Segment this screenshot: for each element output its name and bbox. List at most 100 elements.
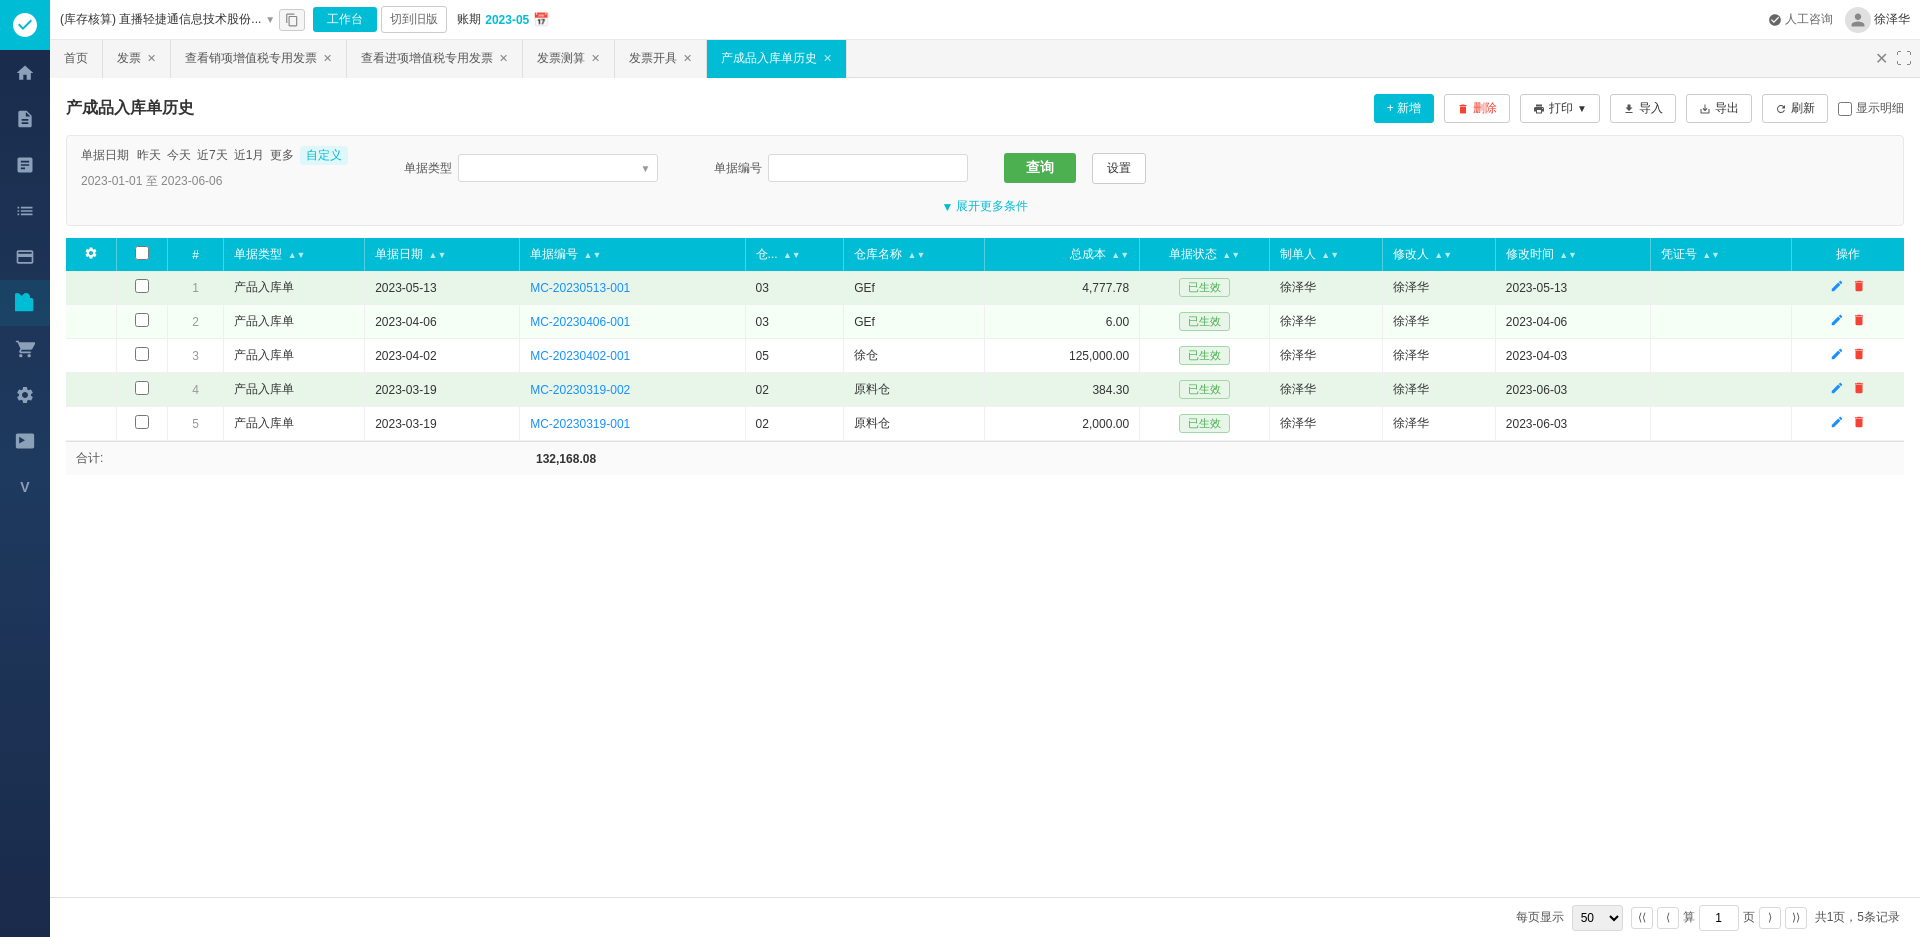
shortcut-today[interactable]: 今天 — [167, 147, 191, 164]
first-page-button[interactable]: ⟨⟨ — [1631, 907, 1653, 929]
th-date[interactable]: 单据日期 ▲▼ — [365, 238, 520, 271]
row-edit-1[interactable] — [1830, 315, 1848, 330]
th-action: 操作 — [1791, 238, 1904, 271]
th-modify-time[interactable]: 修改时间 ▲▼ — [1495, 238, 1650, 271]
sidebar-item-inventory[interactable] — [0, 280, 50, 326]
select-all-checkbox[interactable] — [135, 246, 149, 260]
show-detail-toggle[interactable]: 显示明细 — [1838, 100, 1904, 117]
expand-tabs-button[interactable]: ⛶ — [1896, 50, 1912, 68]
old-version-button[interactable]: 切到旧版 — [381, 6, 447, 33]
page-num-input[interactable] — [1699, 905, 1739, 931]
th-warehouse-name[interactable]: 仓库名称 ▲▼ — [844, 238, 985, 271]
page-title: 产成品入库单历史 — [66, 98, 194, 119]
delete-button[interactable]: 删除 — [1444, 94, 1510, 123]
row-delete-1[interactable] — [1852, 315, 1866, 330]
th-creator[interactable]: 制单人 ▲▼ — [1269, 238, 1382, 271]
shortcut-yesterday[interactable]: 昨天 — [137, 147, 161, 164]
type-filter-group: 单据类型 ▼ — [404, 154, 658, 182]
user-name-display[interactable]: 徐泽华 — [1845, 7, 1910, 33]
sidebar-item-purchase[interactable] — [0, 326, 50, 372]
row-code-0[interactable]: MC-20230513-001 — [520, 271, 745, 305]
last-page-button[interactable]: ⟩⟩ — [1785, 907, 1807, 929]
row-checkbox-1[interactable] — [117, 305, 168, 339]
row-edit-2[interactable] — [1830, 349, 1848, 364]
tab-product-history-close[interactable]: ✕ — [823, 52, 832, 65]
row-checkbox-3[interactable] — [117, 373, 168, 407]
type-select[interactable] — [458, 154, 658, 182]
tab-home[interactable]: 首页 — [50, 40, 103, 78]
row-delete-0[interactable] — [1852, 281, 1866, 296]
row-delete-3[interactable] — [1852, 383, 1866, 398]
row-edit-0[interactable] — [1830, 281, 1848, 296]
prev-page-button[interactable]: ⟨ — [1657, 907, 1679, 929]
row-code-3[interactable]: MC-20230319-002 — [520, 373, 745, 407]
code-input[interactable] — [768, 154, 968, 182]
row-delete-4[interactable] — [1852, 417, 1866, 432]
sidebar-item-settings[interactable] — [0, 372, 50, 418]
sidebar-item-voucher[interactable] — [0, 234, 50, 280]
user-service-button[interactable]: 人工咨询 — [1768, 11, 1833, 28]
row-checkbox-4[interactable] — [117, 407, 168, 441]
page-size-select[interactable]: 50 10 20 100 — [1572, 905, 1623, 931]
row-edit-3[interactable] — [1830, 383, 1848, 398]
expand-more-button[interactable]: ▼ 展开更多条件 — [942, 198, 1029, 215]
new-button[interactable]: + 新增 — [1374, 94, 1434, 123]
th-checkbox[interactable] — [117, 238, 168, 271]
row-checkbox-0[interactable] — [117, 271, 168, 305]
shortcut-more[interactable]: 更多 — [270, 147, 294, 164]
th-type[interactable]: 单据类型 ▲▼ — [224, 238, 365, 271]
tab-sales-invoice-close[interactable]: ✕ — [323, 52, 332, 65]
tab-invoice[interactable]: 发票 ✕ — [103, 40, 171, 78]
show-detail-checkbox[interactable] — [1838, 102, 1852, 116]
row-type-4: 产品入库单 — [224, 407, 365, 441]
th-warehouse-id[interactable]: 仓... ▲▼ — [745, 238, 844, 271]
shortcut-1month[interactable]: 近1月 — [234, 147, 265, 164]
tab-invoice-calc-close[interactable]: ✕ — [591, 52, 600, 65]
sidebar-item-v[interactable]: V — [0, 464, 50, 510]
th-voucher[interactable]: 凭证号 ▲▼ — [1650, 238, 1791, 271]
row-code-2[interactable]: MC-20230402-001 — [520, 339, 745, 373]
sidebar-item-home[interactable] — [0, 50, 50, 96]
tab-purchase-invoice[interactable]: 查看进项增值税专用发票 ✕ — [347, 40, 523, 78]
row-modifier-0: 徐泽华 — [1382, 271, 1495, 305]
tab-invoice-close[interactable]: ✕ — [147, 52, 156, 65]
th-status[interactable]: 单据状态 ▲▼ — [1140, 238, 1270, 271]
row-wname-1: GEf — [844, 305, 985, 339]
tab-invoice-issue[interactable]: 发票开具 ✕ — [615, 40, 707, 78]
refresh-button[interactable]: 刷新 — [1762, 94, 1828, 123]
tab-product-history[interactable]: 产成品入库单历史 ✕ — [707, 40, 847, 78]
sidebar-item-video[interactable] — [0, 418, 50, 464]
query-button[interactable]: 查询 — [1004, 153, 1076, 183]
table-row: 5 产品入库单 2023-03-19 MC-20230319-001 02 原料… — [66, 407, 1904, 441]
print-button[interactable]: 打印 ▼ — [1520, 94, 1600, 123]
next-page-button[interactable]: ⟩ — [1759, 907, 1781, 929]
copy-company-button[interactable] — [279, 9, 305, 31]
th-code[interactable]: 单据编号 ▲▼ — [520, 238, 745, 271]
tab-invoice-issue-close[interactable]: ✕ — [683, 52, 692, 65]
row-delete-2[interactable] — [1852, 349, 1866, 364]
close-all-tabs-button[interactable]: ✕ — [1875, 49, 1888, 68]
export-button[interactable]: 导出 — [1686, 94, 1752, 123]
data-table: # 单据类型 ▲▼ 单据日期 ▲▼ 单据编号 ▲▼ — [66, 238, 1904, 441]
row-total-0: 4,777.78 — [985, 271, 1140, 305]
workbench-button[interactable]: 工作台 — [313, 7, 377, 32]
th-total[interactable]: 总成本 ▲▼ — [985, 238, 1140, 271]
shortcut-custom[interactable]: 自定义 — [300, 146, 348, 165]
row-code-4[interactable]: MC-20230319-001 — [520, 407, 745, 441]
th-settings[interactable] — [66, 238, 117, 271]
set-button[interactable]: 设置 — [1092, 153, 1146, 184]
row-type-0: 产品入库单 — [224, 271, 365, 305]
row-edit-4[interactable] — [1830, 417, 1848, 432]
import-button[interactable]: 导入 — [1610, 94, 1676, 123]
row-code-1[interactable]: MC-20230406-001 — [520, 305, 745, 339]
tab-purchase-invoice-close[interactable]: ✕ — [499, 52, 508, 65]
tab-invoice-calc[interactable]: 发票测算 ✕ — [523, 40, 615, 78]
sidebar-item-invoice[interactable] — [0, 96, 50, 142]
shortcut-7days[interactable]: 近7天 — [197, 147, 228, 164]
sidebar-item-chart[interactable] — [0, 188, 50, 234]
tab-sales-invoice[interactable]: 查看销项增值税专用发票 ✕ — [171, 40, 347, 78]
th-modifier[interactable]: 修改人 ▲▼ — [1382, 238, 1495, 271]
main-content: 产成品入库单历史 + 新增 删除 打印 ▼ 导入 导出 — [50, 78, 1920, 937]
row-checkbox-2[interactable] — [117, 339, 168, 373]
sidebar-item-report[interactable] — [0, 142, 50, 188]
